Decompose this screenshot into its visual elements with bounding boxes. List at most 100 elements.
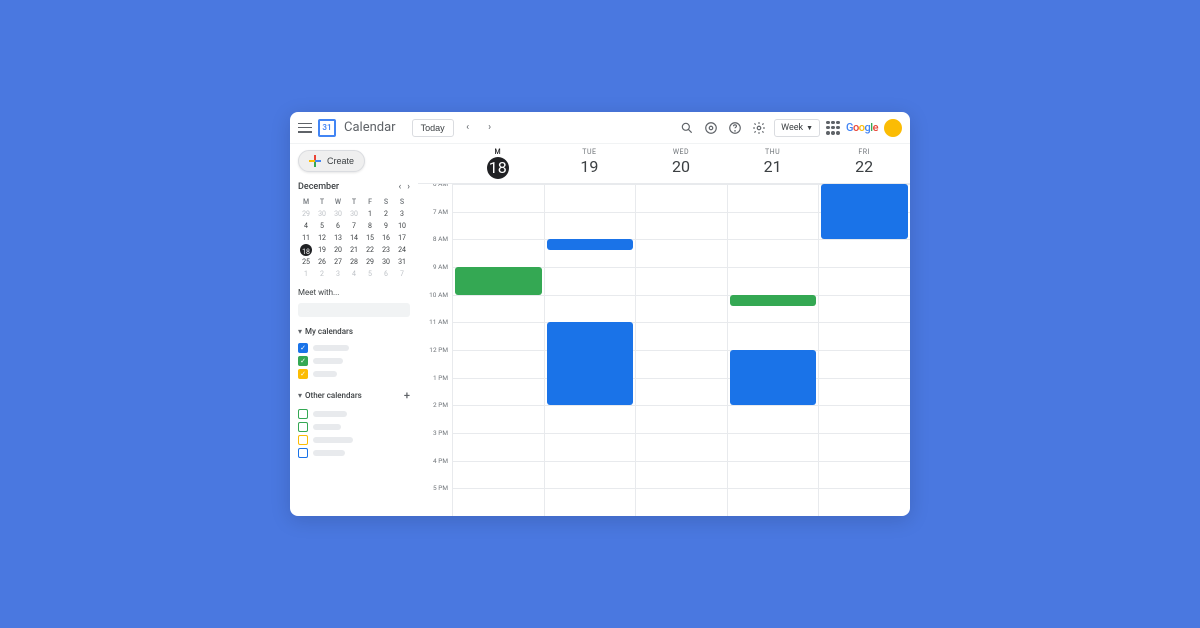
mini-day[interactable]: 29: [362, 256, 378, 268]
calendar-checkbox[interactable]: [298, 448, 308, 458]
view-selector[interactable]: Week ▼: [774, 119, 820, 137]
mini-day[interactable]: 1: [362, 208, 378, 220]
calendar-item[interactable]: [298, 409, 410, 419]
calendar-event[interactable]: [730, 350, 817, 405]
calendar-event[interactable]: [455, 267, 542, 295]
mini-day[interactable]: 27: [330, 256, 346, 268]
mini-day[interactable]: 4: [298, 220, 314, 232]
mini-day[interactable]: 8: [362, 220, 378, 232]
mini-day[interactable]: 5: [362, 268, 378, 280]
support-icon[interactable]: [702, 119, 720, 137]
mini-day[interactable]: 30: [330, 208, 346, 220]
create-button[interactable]: Create: [298, 150, 365, 172]
hour-label: 1 PM: [433, 374, 448, 382]
mini-day[interactable]: 11: [298, 232, 314, 244]
day-header[interactable]: TUE19: [544, 144, 636, 183]
mini-prev-month-button[interactable]: ‹: [399, 182, 402, 192]
help-icon[interactable]: [726, 119, 744, 137]
day-header[interactable]: THU21: [727, 144, 819, 183]
mini-next-month-button[interactable]: ›: [407, 182, 410, 192]
mini-day[interactable]: 18: [300, 244, 312, 256]
calendar-item[interactable]: [298, 356, 410, 366]
mini-day[interactable]: 12: [314, 232, 330, 244]
mini-day[interactable]: 4: [346, 268, 362, 280]
calendar-event[interactable]: [730, 295, 817, 306]
my-calendars-header[interactable]: ▾My calendars: [298, 327, 410, 336]
mini-day[interactable]: 14: [346, 232, 362, 244]
mini-day[interactable]: 25: [298, 256, 314, 268]
mini-day[interactable]: 5: [314, 220, 330, 232]
search-icon[interactable]: [678, 119, 696, 137]
hour-label: 4 PM: [433, 457, 448, 465]
mini-day[interactable]: 30: [346, 208, 362, 220]
calendar-checkbox[interactable]: [298, 435, 308, 445]
mini-day[interactable]: 6: [330, 220, 346, 232]
day-column[interactable]: [727, 184, 819, 516]
week-view: M18TUE19WED20THU21FRI22 6 AM7 AM8 AM9 AM…: [418, 144, 910, 516]
mini-day[interactable]: 9: [378, 220, 394, 232]
calendar-item[interactable]: [298, 369, 410, 379]
calendar-checkbox[interactable]: [298, 356, 308, 366]
next-week-button[interactable]: ›: [482, 120, 498, 136]
mini-day[interactable]: 22: [362, 244, 378, 256]
add-calendar-button[interactable]: +: [404, 389, 410, 402]
calendar-event[interactable]: [547, 239, 634, 250]
day-number: 19: [544, 157, 636, 176]
account-avatar[interactable]: [884, 119, 902, 137]
calendar-checkbox[interactable]: [298, 343, 308, 353]
mini-day[interactable]: 13: [330, 232, 346, 244]
day-column[interactable]: [452, 184, 544, 516]
calendar-checkbox[interactable]: [298, 369, 308, 379]
mini-day[interactable]: 30: [314, 208, 330, 220]
mini-day[interactable]: 20: [330, 244, 346, 256]
mini-day[interactable]: 19: [314, 244, 330, 256]
calendar-checkbox[interactable]: [298, 422, 308, 432]
mini-day[interactable]: 3: [394, 208, 410, 220]
calendar-item[interactable]: [298, 422, 410, 432]
day-column[interactable]: [818, 184, 910, 516]
day-column[interactable]: [635, 184, 727, 516]
mini-day[interactable]: 26: [314, 256, 330, 268]
calendar-event[interactable]: [547, 322, 634, 405]
mini-day[interactable]: 1: [298, 268, 314, 280]
calendar-item[interactable]: [298, 343, 410, 353]
calendar-event[interactable]: [821, 184, 908, 239]
apps-icon[interactable]: [826, 121, 840, 135]
mini-day[interactable]: 6: [378, 268, 394, 280]
mini-dow: T: [346, 196, 362, 208]
menu-icon[interactable]: [298, 121, 312, 135]
meet-with-input[interactable]: [298, 303, 410, 317]
mini-day[interactable]: 24: [394, 244, 410, 256]
calendar-item[interactable]: [298, 435, 410, 445]
mini-day[interactable]: 30: [378, 256, 394, 268]
mini-day[interactable]: 7: [346, 220, 362, 232]
mini-day[interactable]: 31: [394, 256, 410, 268]
mini-day[interactable]: 29: [298, 208, 314, 220]
mini-day[interactable]: 2: [378, 208, 394, 220]
day-header[interactable]: WED20: [635, 144, 727, 183]
calendar-item[interactable]: [298, 448, 410, 458]
mini-day[interactable]: 21: [346, 244, 362, 256]
settings-icon[interactable]: [750, 119, 768, 137]
prev-week-button[interactable]: ‹: [460, 120, 476, 136]
day-header[interactable]: M18: [452, 144, 544, 183]
day-column[interactable]: [544, 184, 636, 516]
other-calendars-header[interactable]: ▾Other calendars +: [298, 389, 410, 402]
topbar: 31 Calendar Today ‹ › Week ▼ Google: [290, 112, 910, 144]
mini-dow: M: [298, 196, 314, 208]
time-grid[interactable]: 6 AM7 AM8 AM9 AM10 AM11 AM12 PM1 PM2 PM3…: [418, 184, 910, 516]
day-header[interactable]: FRI22: [818, 144, 910, 183]
mini-day[interactable]: 15: [362, 232, 378, 244]
mini-day[interactable]: 3: [330, 268, 346, 280]
mini-day[interactable]: 23: [378, 244, 394, 256]
calendar-checkbox[interactable]: [298, 409, 308, 419]
chevron-down-icon: ▼: [806, 124, 813, 132]
mini-day[interactable]: 10: [394, 220, 410, 232]
mini-day[interactable]: 17: [394, 232, 410, 244]
today-button[interactable]: Today: [412, 119, 454, 137]
mini-day[interactable]: 28: [346, 256, 362, 268]
mini-calendar[interactable]: MTWTFSS293030301234567891011121314151617…: [298, 196, 410, 280]
mini-day[interactable]: 2: [314, 268, 330, 280]
mini-day[interactable]: 16: [378, 232, 394, 244]
mini-day[interactable]: 7: [394, 268, 410, 280]
